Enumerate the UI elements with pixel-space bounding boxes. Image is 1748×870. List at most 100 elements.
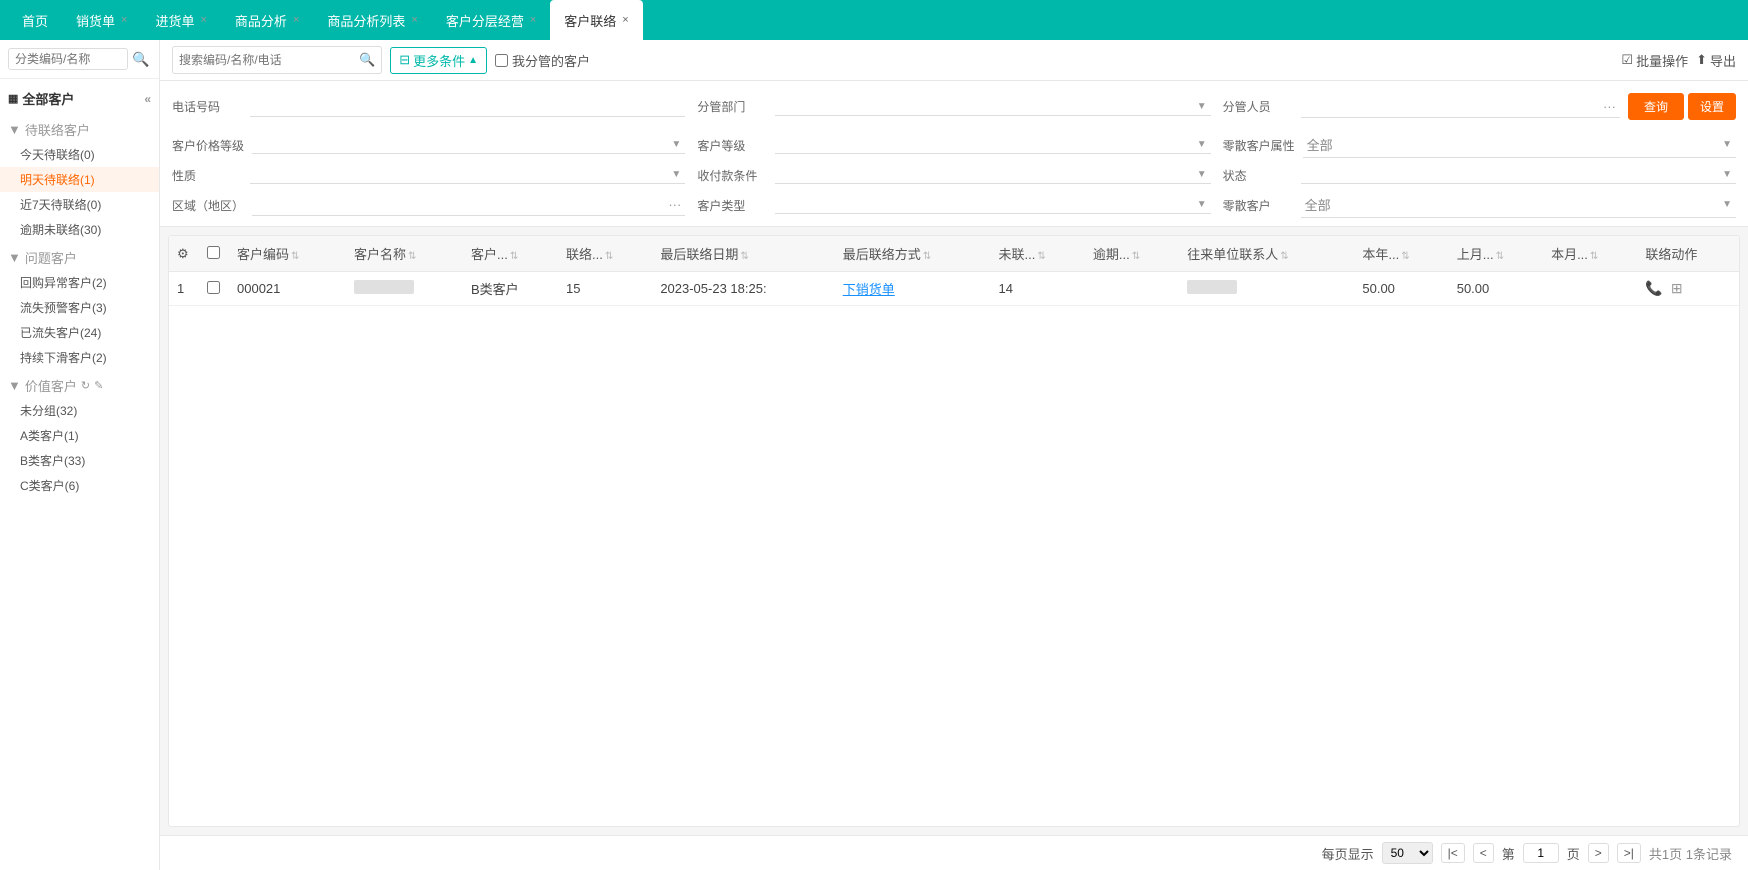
sidebar-item-tomorrow-contact[interactable]: 明天待联络(1) xyxy=(0,167,159,192)
sidebar-search-icon[interactable]: 🔍 xyxy=(132,51,149,68)
sidebar-item-today-contact[interactable]: 今天待联络(0) xyxy=(0,142,159,167)
nav-close-sales[interactable]: × xyxy=(121,14,127,26)
filter-customer-level-row: 客户等级 ▼ xyxy=(697,132,1210,158)
nav-close-analysis-list[interactable]: × xyxy=(411,14,417,26)
nav-item-analysis-list[interactable]: 商品分析列表 × xyxy=(313,0,431,40)
prev-page-button[interactable]: < xyxy=(1473,843,1494,863)
filter-status-select[interactable]: ▼ xyxy=(1301,166,1736,184)
nav-item-sales[interactable]: 销货单 × xyxy=(62,0,141,40)
sidebar-item-repurchase-abnormal[interactable]: 回购异常客户(2) xyxy=(0,270,159,295)
page-input[interactable] xyxy=(1523,843,1559,863)
qr-action-icon[interactable]: ⊞ xyxy=(1671,280,1683,297)
sidebar-item-class-b[interactable]: B类客户(33) xyxy=(0,448,159,473)
sort-icon-code[interactable]: ⇅ xyxy=(291,251,299,262)
total-text: 共1页 1条记录 xyxy=(1649,844,1732,863)
row-code: 000021 xyxy=(229,272,346,306)
last-method-link[interactable]: 下销货单 xyxy=(843,282,895,297)
first-page-button[interactable]: |< xyxy=(1441,843,1465,863)
filter-gender-select[interactable]: ▼ xyxy=(250,166,685,184)
sidebar-item-churned[interactable]: 已流失客户(24) xyxy=(0,320,159,345)
sort-icon-overdue[interactable]: ⇅ xyxy=(1132,251,1140,262)
chevron-down-icon: ▼ xyxy=(1197,101,1207,112)
table-body: 1 000021 B类客户 15 2023-05-23 18:25: 下销货单 xyxy=(169,272,1739,306)
sort-icon-uncontacted[interactable]: ⇅ xyxy=(1037,251,1045,262)
sort-icon-this-year[interactable]: ⇅ xyxy=(1401,251,1409,262)
nav-item-customer-contact[interactable]: 客户联络 × xyxy=(550,0,642,40)
main-search-icon[interactable]: 🔍 xyxy=(359,52,375,68)
sidebar-item-7days-contact[interactable]: 近7天待联络(0) xyxy=(0,192,159,217)
filter-phone-label: 电话号码 xyxy=(172,98,242,115)
filter-retail-customer-select[interactable]: 全部 ▼ xyxy=(1301,192,1736,218)
contact-person-masked xyxy=(1187,280,1237,294)
row-overdue xyxy=(1085,272,1179,306)
sidebar-item-class-c[interactable]: C类客户(6) xyxy=(0,473,159,498)
sort-icon-type[interactable]: ⇅ xyxy=(510,251,518,262)
sort-icon-name[interactable]: ⇅ xyxy=(408,251,416,262)
batch-action-button[interactable]: ☑ 批量操作 xyxy=(1621,51,1688,70)
refresh-icon[interactable]: ↻ xyxy=(81,379,90,392)
col-uncontacted: 未联...⇅ xyxy=(991,236,1085,272)
sort-icon-this-month[interactable]: ⇅ xyxy=(1590,251,1598,262)
filter-branch-dept-select[interactable]: ▼ xyxy=(775,98,1210,116)
sort-icon-last-month[interactable]: ⇅ xyxy=(1496,251,1504,262)
nav-item-purchase[interactable]: 进货单 × xyxy=(141,0,220,40)
my-customers-checkbox[interactable] xyxy=(495,54,508,67)
filter-retail-attr-select[interactable]: 全部 ▼ xyxy=(1303,132,1736,158)
settings-icon[interactable]: ⚙ xyxy=(177,246,189,261)
query-button[interactable]: 查询 xyxy=(1628,93,1684,120)
sidebar-item-ungrouped[interactable]: 未分组(32) xyxy=(0,398,159,423)
phone-action-icon[interactable]: 📞 xyxy=(1645,280,1662,297)
row-name-masked xyxy=(354,280,414,294)
row-select-checkbox[interactable] xyxy=(207,281,220,294)
sidebar-item-overdue-contact[interactable]: 逾期未联络(30) xyxy=(0,217,159,242)
export-button[interactable]: ⬆ 导出 xyxy=(1696,51,1736,70)
select-all-checkbox[interactable] xyxy=(207,246,220,259)
filter-customer-level-select[interactable]: ▼ xyxy=(775,136,1210,154)
filter-phone-input[interactable] xyxy=(250,96,685,117)
row-actions: 📞 ⊞ xyxy=(1637,272,1739,306)
filter-customer-type-row: 客户类型 ▼ xyxy=(697,192,1210,218)
nav-close-customer-contact[interactable]: × xyxy=(622,14,628,26)
sort-icon-contact[interactable]: ⇅ xyxy=(605,251,613,262)
row-name xyxy=(346,272,463,306)
filter-customer-type-select[interactable]: ▼ xyxy=(775,196,1210,214)
filter-payment-select[interactable]: ▼ xyxy=(775,166,1210,184)
nav-close-analysis[interactable]: × xyxy=(293,14,299,26)
home-nav-item[interactable]: 首页 xyxy=(8,0,62,40)
nav-close-purchase[interactable]: × xyxy=(200,14,206,26)
per-page-label: 每页显示 xyxy=(1322,844,1374,863)
batch-icon: ☑ xyxy=(1621,52,1633,68)
filter-price-level-select[interactable]: ▼ xyxy=(252,136,685,154)
all-customers-header[interactable]: ▦ 全部客户 « xyxy=(0,83,159,114)
nav-close-customer-tier[interactable]: × xyxy=(530,14,536,26)
sidebar-item-class-a[interactable]: A类客户(1) xyxy=(0,423,159,448)
last-page-button[interactable]: >| xyxy=(1617,843,1641,863)
grid-icon: ▦ xyxy=(8,92,18,105)
per-page-select[interactable]: 50 100 200 xyxy=(1382,842,1433,864)
toolbar: 🔍 ⊟ 更多条件 ▲ 我分管的客户 ☑ 批量操作 ⬆ 导出 xyxy=(160,40,1748,81)
sort-icon-person[interactable]: ⇅ xyxy=(1280,251,1288,262)
row-last-month: 50.00 xyxy=(1449,272,1543,306)
nav-item-customer-tier[interactable]: 客户分层经营 × xyxy=(432,0,550,40)
filter-branch-person-row: 分管人员 ··· 查询 设置 xyxy=(1223,89,1736,124)
chevron-down-icon9: ▼ xyxy=(1722,199,1732,210)
edit-icon[interactable]: ✎ xyxy=(94,379,103,392)
sort-icon-method[interactable]: ⇅ xyxy=(923,251,931,262)
filter-branch-person-select[interactable]: ··· xyxy=(1301,96,1620,118)
next-page-button[interactable]: > xyxy=(1588,843,1609,863)
col-last-month: 上月...⇅ xyxy=(1449,236,1543,272)
collapse-icon[interactable]: « xyxy=(144,92,151,106)
setting-button[interactable]: 设置 xyxy=(1688,93,1736,120)
filter-region-select[interactable]: ··· xyxy=(252,194,685,216)
sidebar-search-input[interactable] xyxy=(8,48,128,70)
sort-icon-last-date[interactable]: ⇅ xyxy=(740,251,748,262)
filter-status-row: 状态 ▼ xyxy=(1223,166,1736,184)
more-conditions-button[interactable]: ⊟ 更多条件 ▲ xyxy=(390,47,487,74)
filter-status-label: 状态 xyxy=(1223,167,1293,184)
sidebar-item-churn-warning[interactable]: 流失预警客户(3) xyxy=(0,295,159,320)
sidebar-item-declining[interactable]: 持续下滑客户(2) xyxy=(0,345,159,370)
nav-item-analysis[interactable]: 商品分析 × xyxy=(221,0,313,40)
row-contact-person xyxy=(1179,272,1354,306)
filter-branch-dept-label: 分管部门 xyxy=(697,98,767,115)
main-search-input[interactable] xyxy=(179,53,359,67)
